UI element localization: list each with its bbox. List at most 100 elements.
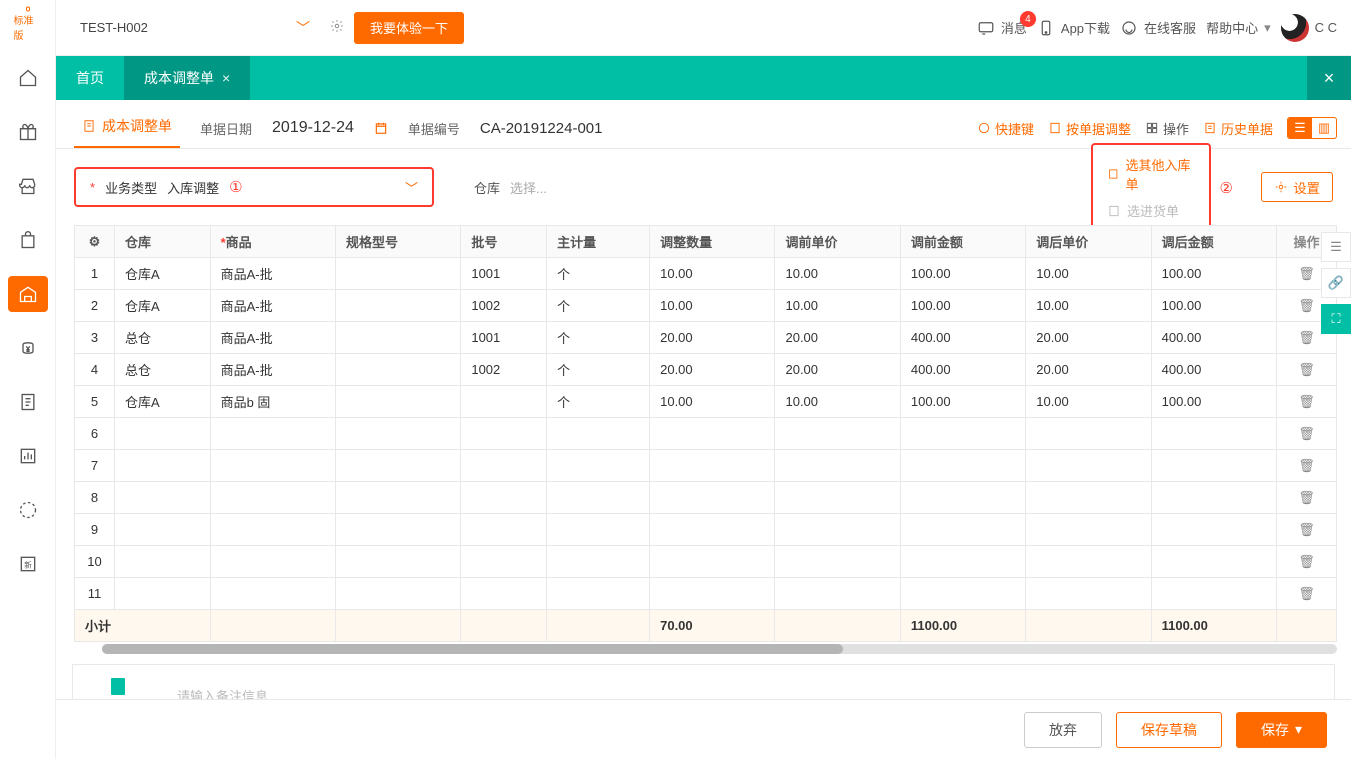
- doc-tab-active[interactable]: 成本调整单: [74, 108, 180, 148]
- nav-gift-icon[interactable]: [8, 114, 48, 150]
- warehouse-placeholder: 选择...: [510, 178, 547, 197]
- warehouse-label: 仓库: [474, 178, 500, 197]
- col-pre-price: 调前单价: [775, 226, 900, 258]
- delete-row-icon[interactable]: 🗑: [1277, 482, 1337, 514]
- app-download-label: App下载: [1061, 18, 1110, 37]
- doc-no-value: CA-20191224-001: [480, 120, 603, 137]
- top-bar: TEST-H002 ﹀ 我要体验一下 消息 4 App下载 在线客服: [56, 0, 1351, 56]
- biz-type-label: 业务类型: [105, 178, 157, 197]
- byorder-label: 按单据调整: [1066, 119, 1131, 138]
- close-all-tabs[interactable]: ×: [1307, 56, 1351, 100]
- table-row[interactable]: 7🗑: [75, 450, 1337, 482]
- horizontal-scrollbar[interactable]: [102, 644, 1337, 654]
- company-name: TEST-H002: [80, 20, 148, 35]
- messages-button[interactable]: 消息 4: [977, 18, 1027, 37]
- col-pre-amt: 调前金额: [900, 226, 1025, 258]
- delete-row-icon[interactable]: 🗑: [1277, 514, 1337, 546]
- discard-button[interactable]: 放弃: [1024, 712, 1102, 748]
- nav-new-icon[interactable]: 新: [8, 546, 48, 582]
- dock-link-icon[interactable]: 🔗: [1321, 268, 1351, 298]
- tab-home[interactable]: 首页: [56, 56, 124, 100]
- nav-store-icon[interactable]: [8, 168, 48, 204]
- svg-text:新: 新: [24, 559, 32, 569]
- byorder-button[interactable]: 按单据调整: [1048, 119, 1131, 138]
- delete-row-icon[interactable]: 🗑: [1277, 546, 1337, 578]
- delete-row-icon[interactable]: 🗑: [1277, 386, 1337, 418]
- page-tabs: 首页 成本调整单 × ×: [56, 56, 1351, 100]
- ops-button[interactable]: 操作: [1145, 119, 1189, 138]
- col-config-icon[interactable]: ⚙: [75, 226, 115, 258]
- table-row[interactable]: 5仓库A商品b 固个10.0010.00100.0010.00100.00🗑: [75, 386, 1337, 418]
- delete-row-icon[interactable]: 🗑: [1277, 418, 1337, 450]
- tab-current-label: 成本调整单: [144, 68, 214, 88]
- delete-row-icon[interactable]: 🗑: [1277, 450, 1337, 482]
- close-icon[interactable]: ×: [222, 70, 230, 86]
- brand-label: 标准版: [14, 12, 42, 42]
- business-type-field[interactable]: * 业务类型 入库调整 ① ﹀: [74, 167, 434, 207]
- subtotal-post-amt: 1100.00: [1151, 610, 1276, 642]
- doc-tab-label: 成本调整单: [102, 116, 172, 136]
- user-menu[interactable]: C C: [1281, 14, 1337, 42]
- col-warehouse: 仓库: [115, 226, 211, 258]
- nav-money-icon[interactable]: [8, 330, 48, 366]
- nav-home-icon[interactable]: [8, 60, 48, 96]
- nav-warehouse-icon[interactable]: [8, 276, 48, 312]
- table-row[interactable]: 2仓库A商品A-批1002个10.0010.00100.0010.00100.0…: [75, 290, 1337, 322]
- popup-opt1-label: 选其他入库单: [1125, 155, 1195, 193]
- chevron-down-icon: ﹀: [296, 18, 310, 38]
- table-row[interactable]: 10🗑: [75, 546, 1337, 578]
- trial-button[interactable]: 我要体验一下: [354, 12, 464, 44]
- shortcut-label: 快捷键: [995, 119, 1034, 138]
- col-spec: 规格型号: [335, 226, 460, 258]
- doc-date-label: 单据日期: [200, 119, 252, 138]
- help-label: 帮助中心: [1206, 18, 1258, 37]
- app-download-button[interactable]: App下载: [1037, 18, 1110, 37]
- table-row[interactable]: 9🗑: [75, 514, 1337, 546]
- nav-loading-icon[interactable]: [8, 492, 48, 528]
- shortcut-button[interactable]: 快捷键: [977, 119, 1034, 138]
- dock-expand-icon[interactable]: ⛶: [1321, 304, 1351, 334]
- subtotal-qty: 70.00: [650, 610, 775, 642]
- warehouse-field[interactable]: 仓库 选择...: [474, 178, 547, 197]
- table-row[interactable]: 4总仓商品A-批1002个20.0020.00400.0020.00400.00…: [75, 354, 1337, 386]
- save-button[interactable]: 保存 ▾: [1236, 712, 1327, 748]
- popup-option-purchase: 选进货单: [1107, 197, 1195, 224]
- nav-report-icon[interactable]: [8, 438, 48, 474]
- calendar-icon[interactable]: [374, 121, 388, 135]
- support-button[interactable]: 在线客服: [1120, 18, 1196, 37]
- settings-button[interactable]: 设置: [1261, 172, 1333, 202]
- table-row[interactable]: 6🗑: [75, 418, 1337, 450]
- avatar-icon: [1281, 14, 1309, 42]
- save-draft-button[interactable]: 保存草稿: [1116, 712, 1222, 748]
- table-row[interactable]: 8🗑: [75, 482, 1337, 514]
- help-button[interactable]: 帮助中心 ▾: [1206, 18, 1271, 37]
- delete-row-icon[interactable]: 🗑: [1277, 354, 1337, 386]
- side-rail: 标准版 新: [0, 0, 56, 759]
- biz-type-value: 入库调整: [167, 178, 219, 197]
- ops-label: 操作: [1163, 119, 1189, 138]
- history-button[interactable]: 历史单据: [1203, 119, 1273, 138]
- nav-doc-icon[interactable]: [8, 384, 48, 420]
- list-view-icon[interactable]: ☰: [1288, 118, 1312, 138]
- brand-logo: 标准版: [14, 6, 42, 42]
- table-row[interactable]: 11🗑: [75, 578, 1337, 610]
- support-label: 在线客服: [1144, 18, 1196, 37]
- table-row[interactable]: 3总仓商品A-批1001个20.0020.00400.0020.00400.00…: [75, 322, 1337, 354]
- col-batch: 批号: [461, 226, 547, 258]
- nav-bag-icon[interactable]: [8, 222, 48, 258]
- doc-date-value[interactable]: 2019-12-24: [272, 119, 354, 137]
- company-selector[interactable]: TEST-H002 ﹀: [70, 11, 320, 45]
- popup-opt2-label: 选进货单: [1127, 201, 1179, 220]
- subtotal-label: 小计: [75, 610, 211, 642]
- delete-row-icon[interactable]: 🗑: [1277, 578, 1337, 610]
- dock-note-icon[interactable]: ☰: [1321, 232, 1351, 262]
- col-qty: 调整数量: [650, 226, 775, 258]
- view-toggle[interactable]: ☰ ▥: [1287, 117, 1337, 139]
- settings-icon[interactable]: [330, 19, 344, 36]
- tab-cost-adjust[interactable]: 成本调整单 ×: [124, 56, 250, 100]
- annotation-1: ①: [229, 178, 242, 196]
- col-post-amt: 调后金额: [1151, 226, 1276, 258]
- table-row[interactable]: 1仓库A商品A-批1001个10.0010.00100.0010.00100.0…: [75, 258, 1337, 290]
- popup-option-other-inbound[interactable]: 选其他入库单: [1107, 151, 1195, 197]
- card-view-icon[interactable]: ▥: [1312, 118, 1336, 138]
